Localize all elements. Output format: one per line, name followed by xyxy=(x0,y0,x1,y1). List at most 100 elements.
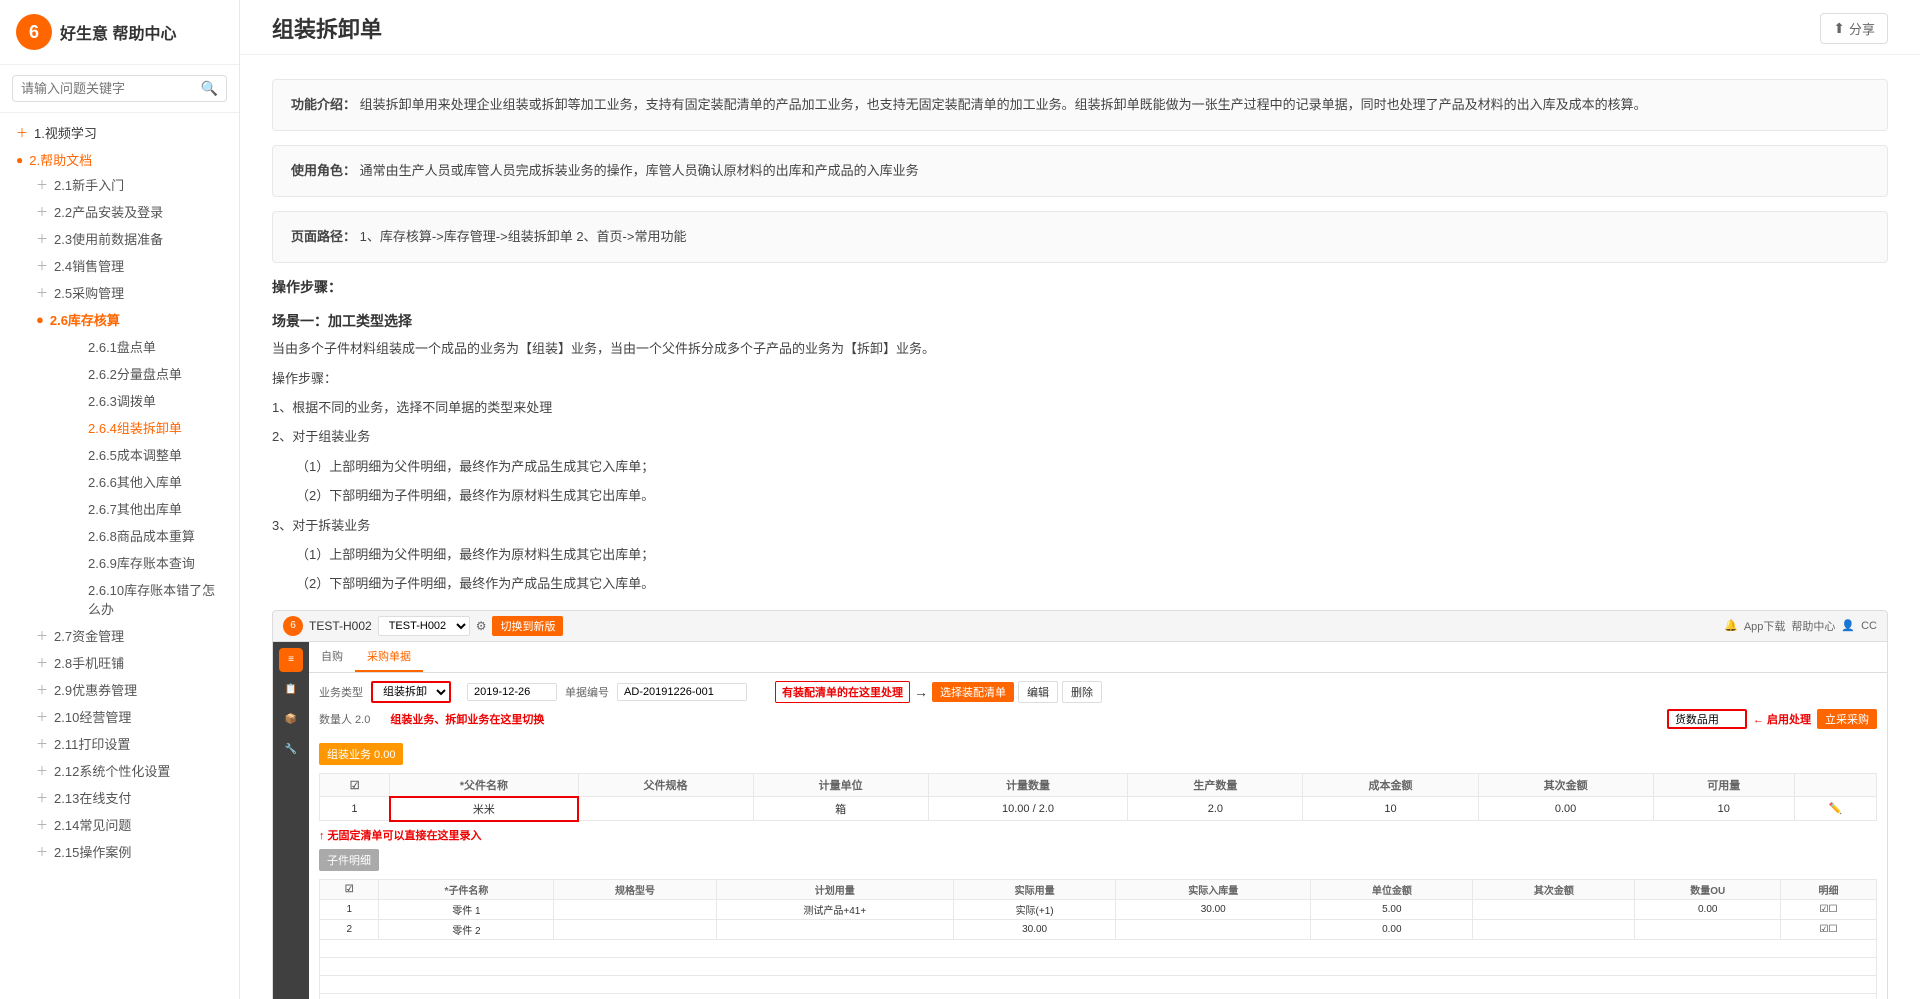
sidebar-item-purchase[interactable]: ＋ 2.5采购管理 xyxy=(24,279,239,306)
ss-lower-label: 子件明细 xyxy=(319,849,379,871)
ss-company-select[interactable]: TEST-H002 xyxy=(378,616,470,636)
sidebar-item-coupon[interactable]: ＋ 2.9优惠券管理 xyxy=(24,676,239,703)
sidebar-leaf-269[interactable]: 2.6.9库存账本查询 xyxy=(60,549,239,576)
ss-subcell-name: 零件 1 xyxy=(379,899,554,919)
sidebar-item-inventory[interactable]: ● 2.6库存核算 xyxy=(24,306,239,333)
ss-col-parent-spec: 父件规格 xyxy=(578,773,753,797)
ss-type-select[interactable]: 组装拆卸 xyxy=(371,681,451,703)
table-row xyxy=(320,939,1877,957)
ss-col-action xyxy=(1794,773,1876,797)
ss-subcol-check: ☑ xyxy=(320,879,379,899)
ss-select-btn[interactable]: 选择装配清单 xyxy=(932,682,1014,702)
ss-cell-other: 0.00 xyxy=(1478,797,1653,821)
sidebar-item-data-prep[interactable]: ＋ 2.3使用前数据准备 xyxy=(24,225,239,252)
ss-apply-btn[interactable]: 立采采购 xyxy=(1817,709,1877,729)
ss-settings-icon: ⚙ xyxy=(476,619,487,633)
ss-subcell-actual: 实际(+1) xyxy=(954,899,1116,919)
sidebar-item-label: 2.13在线支付 xyxy=(54,788,131,807)
screenshot-inner: 6 TEST-H002 TEST-H002 ⚙ 切换到新版 🔔 App下载 帮助… xyxy=(273,611,1887,999)
sidebar-item-system[interactable]: ＋ 2.12系统个性化设置 xyxy=(24,757,239,784)
ss-tab-purchase[interactable]: 采购单据 xyxy=(355,642,423,672)
sidebar-item-newbie[interactable]: ＋ 2.1新手入门 xyxy=(24,171,239,198)
role-label: 使用角色： xyxy=(291,163,356,178)
ss-company: TEST-H002 xyxy=(309,619,372,633)
ss-tab-home[interactable]: 自购 xyxy=(309,642,355,672)
intro-label: 功能介绍： xyxy=(291,97,356,112)
ss-col-avail: 可用量 xyxy=(1653,773,1794,797)
sidebar-item-cases[interactable]: ＋ 2.15操作案例 xyxy=(24,838,239,865)
role-text: 通常由生产人员或库管人员完成拆装业务的操作，库管人员确认原材料的出库和产成品的入… xyxy=(360,163,919,178)
ss-subcell-other xyxy=(1473,899,1635,919)
ss-subcell-check: 2 xyxy=(320,919,379,939)
ss-subcol-detail: 明细 xyxy=(1781,879,1877,899)
minus-icon: ● xyxy=(16,153,23,167)
ss-search-input[interactable] xyxy=(1667,709,1747,729)
ss-date-input[interactable] xyxy=(467,683,557,701)
ss-username: CC xyxy=(1861,620,1877,632)
nav-list: ＋ 1.视频学习 ● 2.帮助文档 ＋ 2.1新手入门 ＋ 2.2产品安装及登录… xyxy=(0,113,239,999)
ss-subcell-cost: 5.00 xyxy=(1311,899,1473,919)
ss-bottom-table: ☑ *子件名称 规格型号 计划用量 实际用量 实际入库量 单位金额 其次金额 数 xyxy=(319,879,1877,999)
ss-btn-del[interactable]: 删除 xyxy=(1062,681,1102,703)
step3-1: （1）上部明细为父件明细，最终作为原材料生成其它出库单； xyxy=(272,543,1888,566)
ss-annotation-area5: ↑ 无固定清单可以直接在这里录入 xyxy=(319,826,1877,843)
sidebar-item-label: 2.5采购管理 xyxy=(54,283,124,302)
ss-sidebar-icon1: ≡ xyxy=(279,648,303,672)
intro-text: 组装拆卸单用来处理企业组装或拆卸等加工业务，支持有固定装配清单的产品加工业务，也… xyxy=(360,97,1647,112)
annotation-text1: 有装配清单的在这里处理 xyxy=(775,681,910,703)
ss-subcol-instock: 实际入库量 xyxy=(1116,879,1311,899)
ss-tabs: 自购 采购单据 xyxy=(309,642,1887,673)
share-button[interactable]: ⬆ 分享 xyxy=(1820,13,1888,44)
sidebar-item-ops[interactable]: ＋ 2.10经营管理 xyxy=(24,703,239,730)
plus-icon: ＋ xyxy=(36,681,48,698)
logo-icon: 6 xyxy=(16,14,52,50)
minus-icon: ● xyxy=(36,312,44,327)
ss-ref-label: 单据编号 xyxy=(565,684,609,700)
table-row: 1 零件 1 测试产品+41+ 实际(+1) 30.00 5.00 0.00 xyxy=(320,899,1877,919)
page-title: 组装拆卸单 xyxy=(272,12,382,44)
sidebar-leaf-263[interactable]: 2.6.3调拨单 xyxy=(60,387,239,414)
sidebar-leaf-267[interactable]: 2.6.7其他出库单 xyxy=(60,495,239,522)
scenario1-title: 场景一：加工类型选择 xyxy=(272,311,1888,331)
plus-icon: ＋ xyxy=(36,762,48,779)
ss-bell-icon: 🔔 xyxy=(1724,619,1738,632)
sidebar-item-sales[interactable]: ＋ 2.4销售管理 xyxy=(24,252,239,279)
sidebar-item-install[interactable]: ＋ 2.2产品安装及登录 xyxy=(24,198,239,225)
ss-sidebar-icon4: 🔧 xyxy=(279,738,303,762)
ss-col-other: 其次金额 xyxy=(1478,773,1653,797)
search-area: 🔍 xyxy=(0,65,239,113)
sidebar-leaf-264[interactable]: 2.6.4组装拆卸单 xyxy=(60,414,239,441)
step2-1: （1）上部明细为父件明细，最终作为产成品生成其它入库单； xyxy=(272,455,1888,478)
ss-cell-cost: 10 xyxy=(1303,797,1478,821)
ss-subcol-ou: 数量OU xyxy=(1635,879,1781,899)
ss-col-prod-qty: 生产数量 xyxy=(1128,773,1303,797)
sidebar-item-docs[interactable]: ● 2.帮助文档 xyxy=(0,144,239,171)
search-input[interactable] xyxy=(21,81,201,96)
plus-icon: ＋ xyxy=(36,230,48,247)
ss-user-icon: 👤 xyxy=(1841,619,1855,632)
ss-subcell-instock xyxy=(1116,919,1311,939)
sidebar-item-mobile[interactable]: ＋ 2.8手机旺铺 xyxy=(24,649,239,676)
ss-cell-edit-icon[interactable]: ✏️ xyxy=(1794,797,1876,821)
sidebar-item-payment[interactable]: ＋ 2.13在线支付 xyxy=(24,784,239,811)
table-row xyxy=(320,993,1877,999)
search-box[interactable]: 🔍 xyxy=(12,75,227,102)
sidebar-item-finance[interactable]: ＋ 2.7资金管理 xyxy=(24,622,239,649)
sidebar-item-video[interactable]: ＋ 1.视频学习 xyxy=(0,117,239,144)
sidebar-leaf-2610[interactable]: 2.6.10库存账本错了怎么办 xyxy=(60,576,239,622)
sidebar-leaf-265[interactable]: 2.6.5成本调整单 xyxy=(60,441,239,468)
ss-logo: 6 xyxy=(283,616,303,636)
ss-ref-input[interactable] xyxy=(617,683,747,701)
sidebar-item-label: 2.3使用前数据准备 xyxy=(54,229,163,248)
ss-new-btn[interactable]: 切换到新版 xyxy=(492,616,563,636)
arrow-right-icon: → xyxy=(914,684,928,700)
sidebar-leaf-268[interactable]: 2.6.8商品成本重算 xyxy=(60,522,239,549)
sidebar-item-print[interactable]: ＋ 2.11打印设置 xyxy=(24,730,239,757)
ss-type-label: 业务类型 xyxy=(319,684,363,700)
sidebar-leaf-262[interactable]: 2.6.2分量盘点单 xyxy=(60,360,239,387)
sidebar-item-label: 2.10经营管理 xyxy=(54,707,131,726)
sidebar-leaf-266[interactable]: 2.6.6其他入库单 xyxy=(60,468,239,495)
ss-btn-edit[interactable]: 编辑 xyxy=(1018,681,1058,703)
sidebar-item-faq[interactable]: ＋ 2.14常见问题 xyxy=(24,811,239,838)
sidebar-leaf-261[interactable]: 2.6.1盘点单 xyxy=(60,333,239,360)
